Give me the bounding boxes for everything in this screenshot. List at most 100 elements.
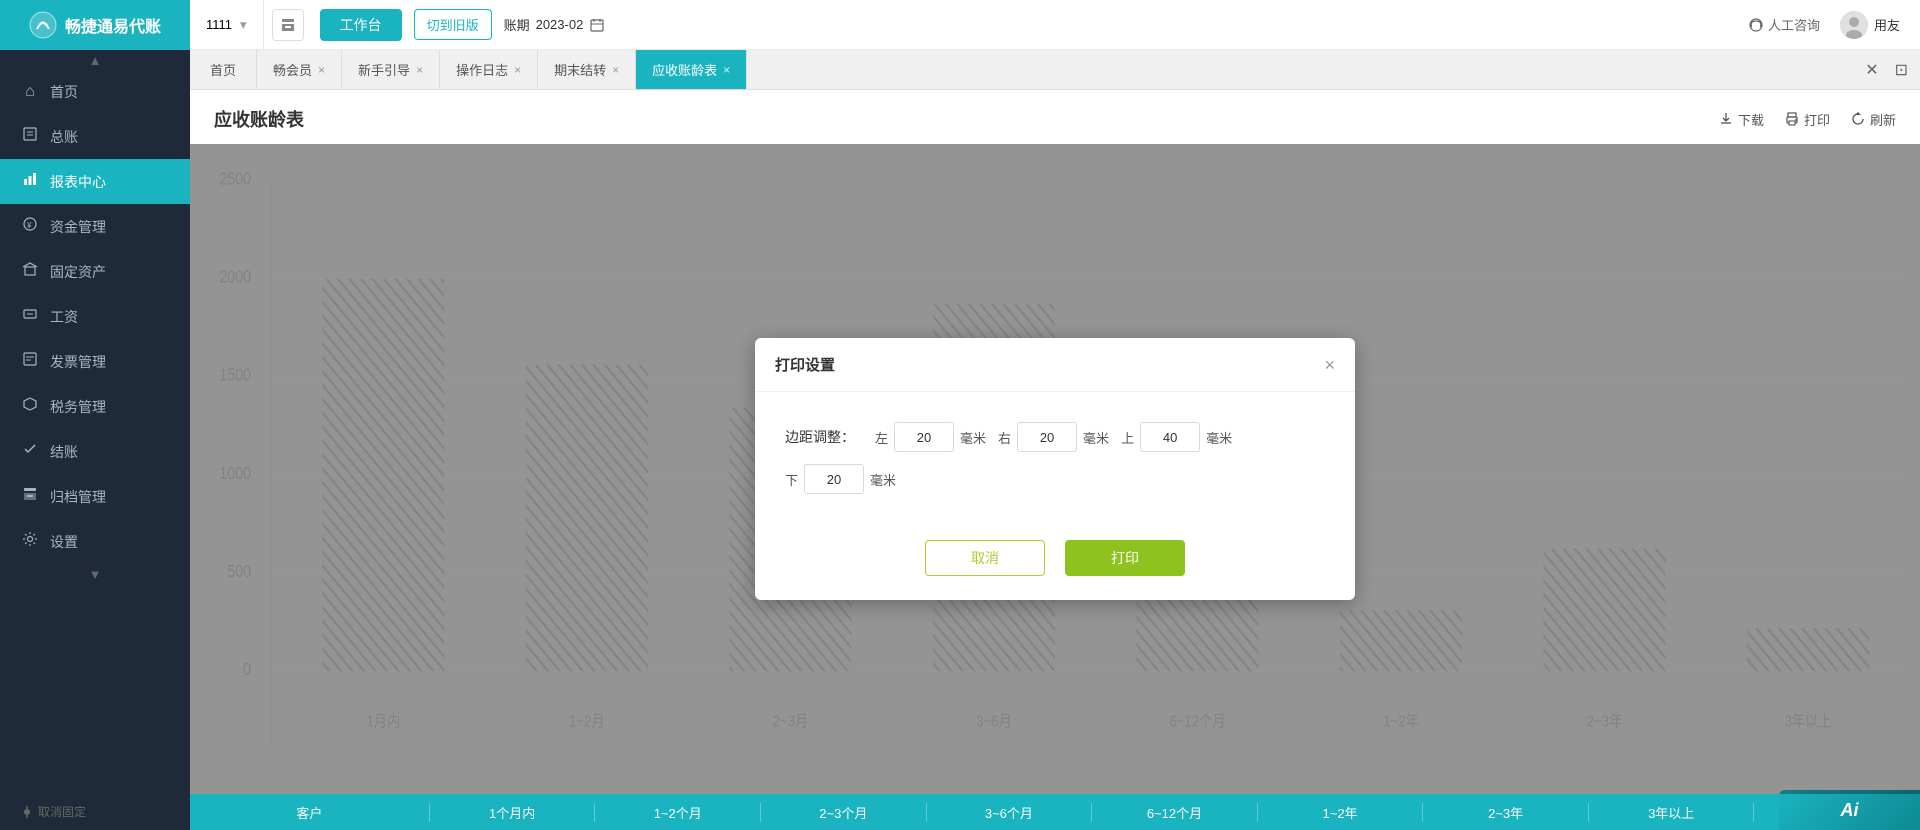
refresh-action[interactable]: 刷新 [1850, 110, 1896, 129]
sidebar-item-checkout[interactable]: 结账 [0, 429, 190, 474]
sidebar-label-ledger: 总账 [50, 127, 78, 147]
bottom-table-header: 客户 1个月内 1~2个月 2~3个月 3~6个月 6~12个月 1~2年 2~… [190, 794, 1920, 830]
table-header-customer: 客户 [190, 803, 430, 822]
user-name: 用友 [1874, 15, 1900, 34]
sidebar-scroll-down[interactable]: ▼ [0, 564, 190, 584]
pin-icon [20, 805, 34, 819]
support-link[interactable]: 人工咨询 [1748, 15, 1820, 34]
margin-top-label: 上 [1121, 428, 1134, 447]
headset-icon [1748, 17, 1764, 33]
tab-oplog-close[interactable]: × [514, 63, 521, 77]
tab-oplog-label: 操作日志 [456, 60, 508, 79]
page-title: 应收账龄表 [214, 106, 304, 132]
sidebar-scroll-up[interactable]: ▲ [0, 50, 190, 70]
download-action[interactable]: 下载 [1718, 110, 1764, 129]
modal-close-button[interactable]: × [1324, 356, 1335, 374]
sidebar-collapse-btn[interactable]: 取消固定 [0, 793, 190, 830]
sidebar-item-settings[interactable]: 设置 [0, 519, 190, 564]
checkout-icon [20, 441, 40, 462]
margin-bottom-input[interactable] [804, 464, 864, 494]
company-name: 1111 [206, 17, 232, 32]
page-header: 应收账龄表 下载 [190, 90, 1920, 144]
margin-left-input[interactable] [894, 422, 954, 452]
collapse-label: 取消固定 [38, 803, 86, 820]
tab-guide-close[interactable]: × [416, 63, 423, 77]
tab-period-label: 期末结转 [554, 60, 606, 79]
tab-period-close[interactable]: × [612, 63, 619, 77]
calendar-icon[interactable] [589, 17, 605, 33]
margin-right-unit: 毫米 [1083, 428, 1109, 447]
sidebar-item-tax[interactable]: 税务管理 [0, 384, 190, 429]
logo-area: 畅捷通易代账 [0, 0, 190, 50]
tab-actions: ✕ ⊡ [1861, 56, 1920, 84]
sidebar-item-ledger[interactable]: 总账 [0, 114, 190, 159]
modal-header: 打印设置 × [755, 338, 1355, 392]
table-header-23y: 2~3年 [1423, 803, 1589, 822]
tab-vip[interactable]: 畅会员 × [257, 50, 342, 89]
tab-home[interactable]: 首页 [190, 50, 257, 89]
page-content: 应收账龄表 下载 [190, 90, 1920, 830]
table-header-23m: 2~3个月 [761, 803, 927, 822]
tab-oplog[interactable]: 操作日志 × [440, 50, 538, 89]
modal-footer: 取消 打印 [755, 524, 1355, 600]
table-header-12m: 1~2个月 [595, 803, 761, 822]
ai-badge-label: Ai [1841, 800, 1859, 821]
print-button[interactable]: 打印 [1065, 540, 1185, 576]
tab-period[interactable]: 期末结转 × [538, 50, 636, 89]
sidebar-item-invoice[interactable]: 发票管理 [0, 339, 190, 384]
switch-old-button[interactable]: 切到旧版 [414, 9, 492, 40]
table-header-1m: 1个月内 [430, 803, 596, 822]
archive-icon [280, 17, 296, 33]
sidebar-item-home[interactable]: ⌂ 首页 [0, 70, 190, 114]
margin-label: 边距调整： [785, 427, 855, 447]
sidebar-item-assets[interactable]: 固定资产 [0, 249, 190, 294]
table-header-12y: 1~2年 [1258, 803, 1424, 822]
tab-close-button[interactable]: ✕ [1861, 56, 1882, 84]
company-selector[interactable]: 1111 ▾ [190, 0, 264, 49]
sidebar-item-archive[interactable]: 归档管理 [0, 474, 190, 519]
margin-right-input[interactable] [1017, 422, 1077, 452]
tab-guide-label: 新手引导 [358, 60, 410, 79]
period-area: 账期 2023-02 [504, 15, 606, 34]
tab-expand-button[interactable]: ⊡ [1891, 56, 1912, 84]
sidebar-label-payroll: 工资 [50, 307, 78, 327]
cancel-button[interactable]: 取消 [925, 540, 1045, 576]
sidebar-item-payroll[interactable]: 工资 [0, 294, 190, 339]
header-right: 人工咨询 用友 [1748, 11, 1920, 39]
margin-top-input[interactable] [1140, 422, 1200, 452]
home-icon: ⌂ [20, 83, 40, 101]
tab-guide[interactable]: 新手引导 × [342, 50, 440, 89]
tab-aging-label: 应收账龄表 [652, 60, 717, 79]
margin-right-label: 右 [998, 428, 1011, 447]
tax-icon [20, 396, 40, 417]
tab-aging-close[interactable]: × [723, 63, 730, 77]
margin-left-group: 左 毫米 [875, 422, 986, 452]
archive-icon-button[interactable] [272, 9, 304, 41]
sidebar-item-funds[interactable]: ¥ 资金管理 [0, 204, 190, 249]
margin-row: 边距调整： 左 毫米 右 毫米 [785, 422, 1325, 494]
period-value: 2023-02 [536, 17, 584, 32]
ai-badge[interactable]: Ai [1779, 790, 1920, 830]
margin-bottom-group: 下 毫米 [785, 464, 896, 494]
table-header-36m: 3~6个月 [927, 803, 1093, 822]
user-area[interactable]: 用友 [1840, 11, 1900, 39]
funds-icon: ¥ [20, 216, 40, 237]
sidebar: ▲ ⌂ 首页 总账 报表中心 ¥ 资金管理 固定资产 [0, 50, 190, 830]
workbench-button[interactable]: 工作台 [320, 9, 402, 41]
tab-vip-close[interactable]: × [318, 63, 325, 77]
logo-icon [29, 11, 57, 39]
tab-vip-label: 畅会员 [273, 60, 312, 79]
main-layout: ▲ ⌂ 首页 总账 报表中心 ¥ 资金管理 固定资产 [0, 50, 1920, 830]
print-action[interactable]: 打印 [1784, 110, 1830, 129]
margin-right-group: 右 毫米 [998, 422, 1109, 452]
sidebar-label-reports: 报表中心 [50, 172, 106, 192]
download-icon [1718, 111, 1734, 127]
avatar [1840, 11, 1868, 39]
download-label: 下载 [1738, 110, 1764, 129]
company-dropdown-icon[interactable]: ▾ [240, 17, 247, 33]
top-header: 畅捷通易代账 1111 ▾ 工作台 切到旧版 账期 2023-02 [0, 0, 1920, 50]
payroll-icon [20, 306, 40, 327]
sidebar-item-reports[interactable]: 报表中心 [0, 159, 190, 204]
tab-aging[interactable]: 应收账龄表 × [636, 50, 747, 89]
sidebar-label-funds: 资金管理 [50, 217, 106, 237]
